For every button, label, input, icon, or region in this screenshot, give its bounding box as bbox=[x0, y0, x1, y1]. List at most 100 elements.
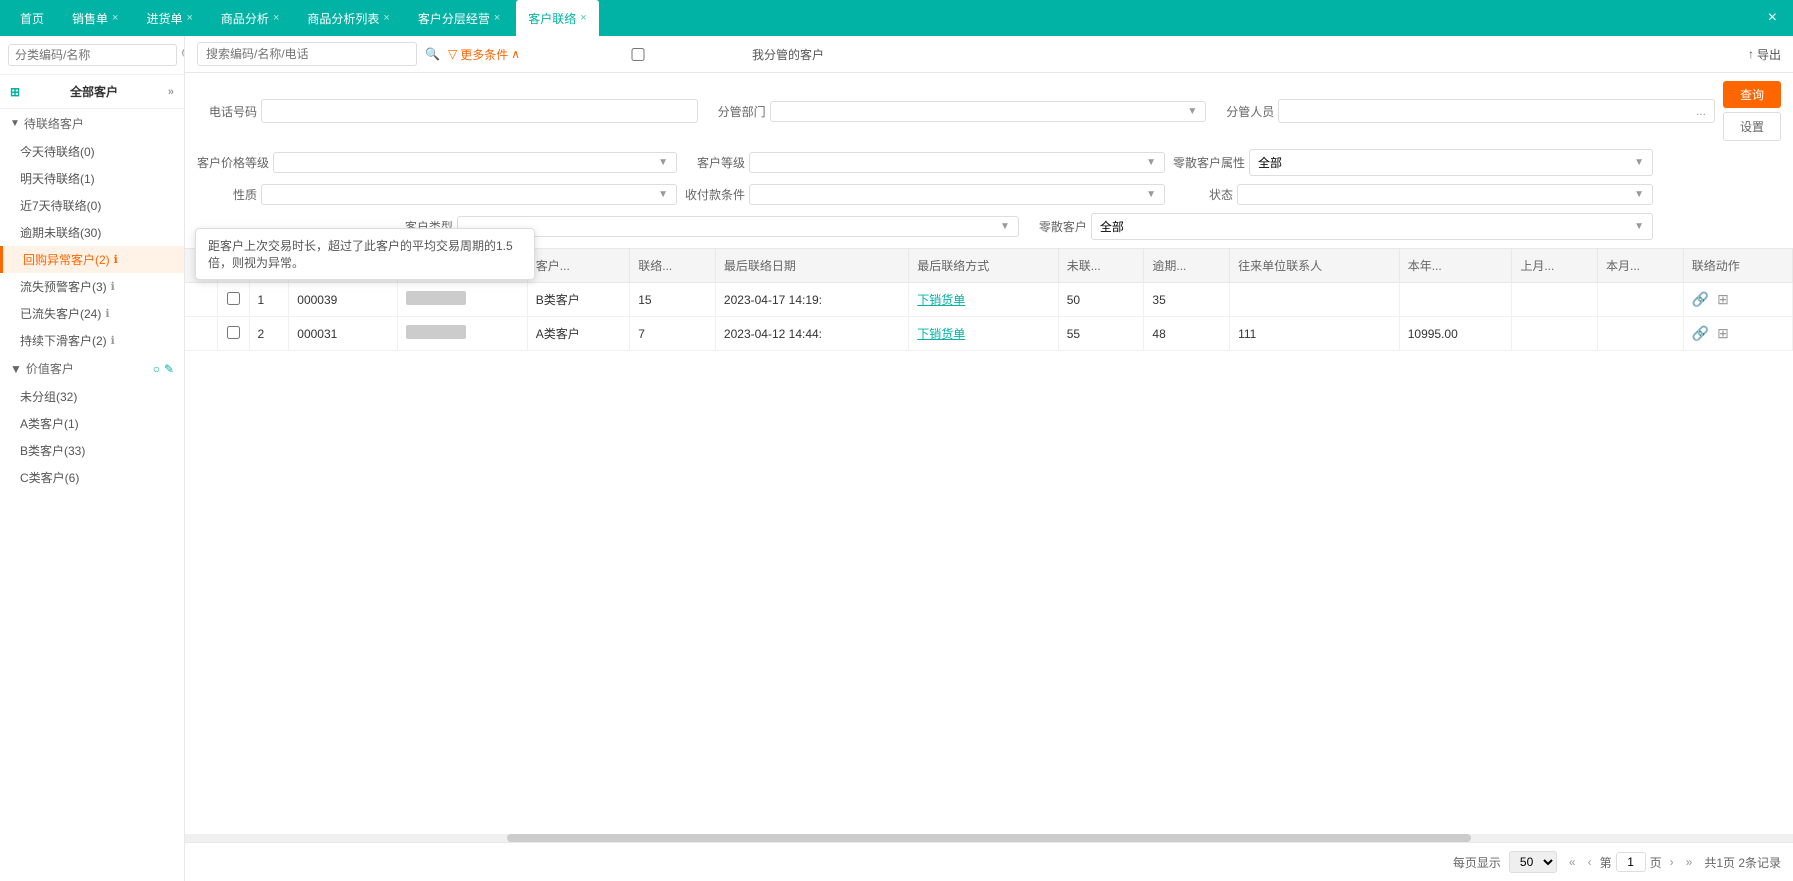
next-page-btn[interactable]: › bbox=[1666, 853, 1678, 871]
customer-type-select[interactable]: ▼ bbox=[457, 216, 1019, 237]
my-customers-checkbox[interactable] bbox=[528, 48, 748, 61]
arrow-down-icon-value: ▼ bbox=[10, 362, 22, 376]
filter-row-2: 客户价格等级 ▼ 客户等级 ▼ 零散客户属性 全部 bbox=[197, 149, 1781, 176]
pending-contact-group[interactable]: ▼ 待联络客户 bbox=[0, 109, 184, 138]
sidebar-item-tomorrow[interactable]: 明天待联络(1) bbox=[0, 165, 184, 192]
row1-actions: 🔗 ⊞ bbox=[1683, 283, 1792, 317]
tab-product-analysis-list[interactable]: 商品分析列表 × bbox=[295, 0, 401, 36]
row2-last-method[interactable]: 下销货单 bbox=[909, 317, 1059, 351]
tab-product-analysis[interactable]: 商品分析 × bbox=[209, 0, 291, 36]
row1-last-method[interactable]: 下销货单 bbox=[909, 283, 1059, 317]
row1-link-icon[interactable]: 🔗 bbox=[1692, 291, 1709, 308]
row2-type: A类客户 bbox=[527, 317, 629, 351]
sidebar-collapse-btn[interactable]: » bbox=[168, 86, 174, 98]
row2-link-icon[interactable]: 🔗 bbox=[1692, 325, 1709, 342]
row1-method-link[interactable]: 下销货单 bbox=[917, 293, 965, 307]
col-header-last-date[interactable]: 最后联络日期 bbox=[715, 249, 908, 283]
value-customer-group[interactable]: ▼ 价值客户 ○ ✎ bbox=[0, 354, 184, 383]
tab-purchase[interactable]: 进货单 × bbox=[134, 0, 204, 36]
filter-row-3: 性质 ▼ 收付款条件 ▼ 状态 bbox=[197, 184, 1781, 205]
nature-select[interactable]: ▼ bbox=[261, 184, 677, 205]
row1-check[interactable] bbox=[217, 283, 249, 317]
row1-grid-icon[interactable]: ⊞ bbox=[1717, 291, 1729, 308]
col-header-type[interactable]: 客户... bbox=[527, 249, 629, 283]
col-header-this-month[interactable]: 本月... bbox=[1598, 249, 1684, 283]
close-all-tabs[interactable]: × bbox=[1760, 9, 1785, 27]
sidebar-item-7days[interactable]: 近7天待联络(0) bbox=[0, 192, 184, 219]
my-customers-checkbox-container[interactable]: 我分管的客户 bbox=[528, 46, 824, 63]
sidebar-item-c-class[interactable]: C类客户(6) bbox=[0, 464, 184, 491]
settings-button[interactable]: 设置 bbox=[1723, 112, 1781, 141]
scrollbar-thumb[interactable] bbox=[507, 834, 1472, 842]
horizontal-scrollbar[interactable] bbox=[185, 834, 1793, 842]
col-header-current-year[interactable]: 本年... bbox=[1399, 249, 1512, 283]
sidebar-item-overdue[interactable]: 逾期未联络(30) bbox=[0, 219, 184, 246]
phone-input[interactable] bbox=[261, 99, 698, 123]
search-btn[interactable]: 🔍 bbox=[425, 47, 440, 61]
sidebar-item-ungroup[interactable]: 未分组(32) bbox=[0, 383, 184, 410]
close-tab-segment[interactable]: × bbox=[494, 12, 500, 24]
row1-overdue: 35 bbox=[1144, 283, 1230, 317]
customer-level-select[interactable]: ▼ bbox=[749, 152, 1165, 173]
page-size-select[interactable]: 50 bbox=[1509, 851, 1557, 873]
top-nav: 首页 销售单 × 进货单 × 商品分析 × 商品分析列表 × 客户分层经营 × … bbox=[0, 0, 1793, 36]
close-tab-product-list[interactable]: × bbox=[383, 12, 389, 24]
search-input[interactable] bbox=[197, 42, 417, 66]
row2-index: 2 bbox=[249, 317, 289, 351]
row2-grid-icon[interactable]: ⊞ bbox=[1717, 325, 1729, 342]
row1-checkbox[interactable] bbox=[227, 292, 240, 305]
last-page-btn[interactable]: » bbox=[1682, 853, 1697, 871]
col-header-last-method[interactable]: 最后联络方式 bbox=[909, 249, 1059, 283]
person-select[interactable]: ... bbox=[1278, 99, 1715, 123]
chevron-down-status: ▼ bbox=[1634, 189, 1644, 200]
row2-checkbox[interactable] bbox=[227, 326, 240, 339]
tab-home[interactable]: 首页 bbox=[8, 0, 56, 36]
scatter-attr-select[interactable]: 全部 ▼ bbox=[1249, 149, 1653, 176]
settings-icon-value[interactable]: ✎ bbox=[164, 362, 174, 376]
close-tab-product-analysis[interactable]: × bbox=[273, 12, 279, 24]
close-tab-sales[interactable]: × bbox=[112, 12, 118, 24]
row1-code: 000039 bbox=[289, 283, 398, 317]
close-tab-purchase[interactable]: × bbox=[186, 12, 192, 24]
row2-check[interactable] bbox=[217, 317, 249, 351]
row1-index: 1 bbox=[249, 283, 289, 317]
scatter-customer-select[interactable]: 全部 ▼ bbox=[1091, 213, 1653, 240]
more-conditions-btn[interactable]: ▽ 更多条件 ∧ bbox=[448, 46, 520, 63]
export-btn[interactable]: ↑ 导出 bbox=[1748, 46, 1781, 63]
sidebar-item-lost[interactable]: 已流失客户(24) ℹ bbox=[0, 300, 184, 327]
payment-select[interactable]: ▼ bbox=[749, 184, 1165, 205]
scatter-customer-label: 零散客户 bbox=[1027, 218, 1087, 235]
grid-icon: ⊞ bbox=[10, 85, 20, 99]
close-tab-contact[interactable]: × bbox=[580, 12, 586, 24]
sidebar-item-b-class[interactable]: B类客户(33) bbox=[0, 437, 184, 464]
col-header-overdue[interactable]: 逾期... bbox=[1144, 249, 1230, 283]
row1-last-date: 2023-04-17 14:19: bbox=[715, 283, 908, 317]
page-input[interactable] bbox=[1616, 852, 1646, 872]
dept-select[interactable]: ▼ bbox=[770, 101, 1207, 122]
edit-icon-value[interactable]: ○ bbox=[153, 362, 160, 376]
tab-customer-segment[interactable]: 客户分层经营 × bbox=[406, 0, 512, 36]
sidebar-item-abnormal[interactable]: 回购异常客户(2) ℹ bbox=[0, 246, 184, 273]
sidebar-search-input[interactable] bbox=[8, 44, 177, 66]
advanced-filter: 电话号码 分管部门 ▼ 分管人员 ... bbox=[185, 73, 1793, 249]
first-page-btn[interactable]: « bbox=[1565, 853, 1580, 871]
prev-page-btn[interactable]: ‹ bbox=[1584, 853, 1596, 871]
col-header-annual-contact[interactable]: 往来单位联系人 bbox=[1230, 249, 1400, 283]
row2-last-month bbox=[1512, 317, 1598, 351]
price-level-select[interactable]: ▼ bbox=[273, 152, 677, 173]
query-button[interactable]: 查询 bbox=[1723, 81, 1781, 108]
col-header-last-month[interactable]: 上月... bbox=[1512, 249, 1598, 283]
col-header-uncontacted[interactable]: 未联... bbox=[1058, 249, 1144, 283]
sidebar-item-a-class[interactable]: A类客户(1) bbox=[0, 410, 184, 437]
per-page-label: 每页显示 bbox=[1453, 854, 1501, 871]
sidebar-item-declining[interactable]: 持续下滑客户(2) ℹ bbox=[0, 327, 184, 354]
filter-customer-level: 客户等级 ▼ bbox=[685, 152, 1165, 173]
sidebar-item-loss-warning[interactable]: 流失预警客户(3) ℹ bbox=[0, 273, 184, 300]
row2-method-link[interactable]: 下销货单 bbox=[917, 327, 965, 341]
sidebar-item-today[interactable]: 今天待联络(0) bbox=[0, 138, 184, 165]
status-select[interactable]: ▼ bbox=[1237, 184, 1653, 205]
filter-icon: ▽ bbox=[448, 47, 457, 61]
col-header-contact-count[interactable]: 联络... bbox=[630, 249, 716, 283]
tab-customer-contact[interactable]: 客户联络 × bbox=[516, 0, 598, 36]
tab-sales[interactable]: 销售单 × bbox=[60, 0, 130, 36]
